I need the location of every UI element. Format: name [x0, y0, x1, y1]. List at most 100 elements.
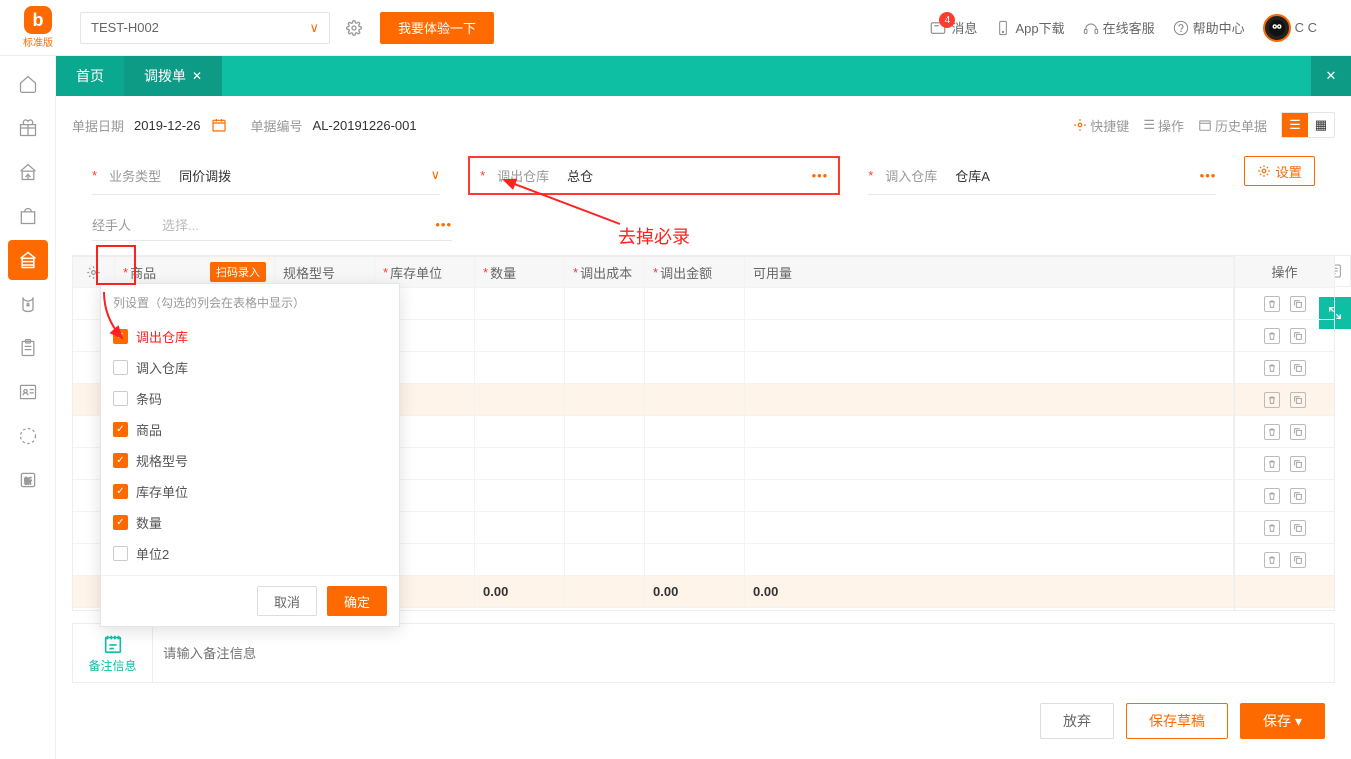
column-option-label: 调出仓库: [136, 327, 188, 346]
delete-icon[interactable]: [1264, 424, 1280, 440]
popover-cancel-button[interactable]: 取消: [257, 586, 317, 616]
col-qty: *数量: [475, 257, 565, 287]
shortcut-link[interactable]: 快捷键: [1073, 116, 1129, 135]
save-draft-button[interactable]: 保存草稿: [1126, 703, 1228, 739]
annotation-text: 去掉必录: [618, 223, 690, 249]
app-download-link[interactable]: App下载: [995, 18, 1064, 37]
copy-icon[interactable]: [1290, 520, 1306, 536]
history-link[interactable]: 历史单据: [1198, 116, 1267, 135]
nav-loading-icon[interactable]: [8, 416, 48, 456]
setting-button[interactable]: 设置: [1244, 156, 1315, 186]
delete-icon[interactable]: [1264, 552, 1280, 568]
date-value[interactable]: 2019-12-26: [134, 118, 201, 133]
save-button[interactable]: 保存 ▾: [1240, 703, 1325, 739]
nav-home-icon[interactable]: [8, 64, 48, 104]
popover-ok-button[interactable]: 确定: [327, 586, 387, 616]
column-option[interactable]: 调入仓库: [113, 352, 387, 383]
cta-button[interactable]: 我要体验一下: [380, 12, 494, 44]
column-option[interactable]: ✓ 规格型号: [113, 445, 387, 476]
column-option[interactable]: 条码: [113, 383, 387, 414]
view-toggle[interactable]: ☰ ▦: [1281, 112, 1335, 138]
field-agent[interactable]: 经手人 选择... •••: [92, 209, 452, 241]
tab-close-all[interactable]: ✕: [1311, 56, 1351, 96]
delete-icon[interactable]: [1264, 360, 1280, 376]
header-gear-icon[interactable]: [340, 14, 368, 42]
checkbox-icon[interactable]: ✓: [113, 453, 128, 468]
delete-icon[interactable]: [1264, 488, 1280, 504]
remark-input[interactable]: [153, 624, 1334, 682]
checkbox-icon[interactable]: ✓: [113, 422, 128, 437]
nav-bag-icon[interactable]: [8, 196, 48, 236]
svg-text:新: 新: [24, 475, 32, 485]
checkbox-icon[interactable]: [113, 391, 128, 406]
no-label: 单据编号: [251, 116, 303, 135]
more-icon[interactable]: •••: [812, 168, 829, 183]
delete-icon[interactable]: [1264, 456, 1280, 472]
nav-gift-icon[interactable]: [8, 108, 48, 148]
nav-out-icon[interactable]: [8, 152, 48, 192]
column-option-label: 规格型号: [136, 451, 188, 470]
copy-icon[interactable]: [1290, 456, 1306, 472]
column-option[interactable]: ✓商品: [113, 414, 387, 445]
history-label: 历史单据: [1215, 116, 1267, 135]
checkbox-icon[interactable]: [113, 546, 128, 561]
org-select[interactable]: TEST-H002 ∨: [80, 12, 330, 44]
column-option[interactable]: 单位2: [113, 538, 387, 569]
copy-icon[interactable]: [1290, 392, 1306, 408]
copy-icon[interactable]: [1290, 424, 1306, 440]
delete-icon[interactable]: [1264, 392, 1280, 408]
column-option[interactable]: ✓ 调出仓库: [113, 321, 387, 352]
org-name: TEST-H002: [91, 20, 159, 35]
user-menu[interactable]: C C: [1263, 14, 1317, 42]
field-out-warehouse[interactable]: *调出仓库 总仓 •••: [468, 156, 840, 195]
customer-service-link[interactable]: 在线客服: [1083, 18, 1155, 37]
scan-button[interactable]: 扫码录入: [210, 262, 266, 282]
copy-icon[interactable]: [1290, 328, 1306, 344]
nav-contact-icon[interactable]: [8, 372, 48, 412]
nav-money-icon[interactable]: [8, 284, 48, 324]
checkbox-icon[interactable]: ✓: [113, 515, 128, 530]
copy-icon[interactable]: [1290, 552, 1306, 568]
field-biz-type[interactable]: *业务类型 同价调拨 ∨: [92, 156, 440, 195]
footer: 放弃 保存草稿 保存 ▾: [72, 683, 1335, 759]
nav-new-icon[interactable]: 新: [8, 460, 48, 500]
more-icon[interactable]: •••: [435, 217, 452, 232]
field-in-warehouse[interactable]: *调入仓库 仓库A •••: [868, 156, 1216, 195]
column-option[interactable]: ✓ 库存单位: [113, 476, 387, 507]
form-row-2: 经手人 选择... •••: [72, 205, 1335, 255]
delete-icon[interactable]: [1264, 328, 1280, 344]
operate-label: 操作: [1158, 116, 1184, 135]
operate-link[interactable]: ☰ 操作: [1143, 116, 1184, 135]
tab-home[interactable]: 首页: [56, 56, 124, 96]
checkbox-icon[interactable]: ✓: [113, 329, 128, 344]
out-label: 调出仓库: [497, 166, 557, 185]
column-option-label: 库存单位: [136, 482, 188, 501]
column-option[interactable]: ✓数量: [113, 507, 387, 538]
checkbox-icon[interactable]: [113, 360, 128, 375]
col-cost: *调出成本: [565, 257, 645, 287]
tab-transfer[interactable]: 调拨单 ✕: [124, 56, 222, 96]
view-grid-icon[interactable]: ▦: [1308, 113, 1334, 137]
close-icon[interactable]: ✕: [192, 69, 202, 83]
chevron-down-icon: ∨: [431, 167, 441, 183]
help-link[interactable]: 帮助中心: [1173, 18, 1245, 37]
in-value: 仓库A: [955, 166, 1189, 185]
messages-link[interactable]: 4 消息: [929, 18, 977, 37]
row-ops: [1235, 416, 1334, 448]
calendar-icon[interactable]: [211, 117, 227, 133]
chevron-down-icon: ∨: [309, 20, 319, 36]
copy-icon[interactable]: [1290, 360, 1306, 376]
view-list-icon[interactable]: ☰: [1282, 113, 1308, 137]
copy-icon[interactable]: [1290, 488, 1306, 504]
discard-button[interactable]: 放弃: [1040, 703, 1114, 739]
more-icon[interactable]: •••: [1200, 168, 1217, 183]
remark-box: 备注信息: [72, 623, 1335, 683]
delete-icon[interactable]: [1264, 296, 1280, 312]
nav-warehouse-icon[interactable]: [8, 240, 48, 280]
tab-bar: 首页 调拨单 ✕ ✕: [56, 56, 1351, 96]
delete-icon[interactable]: [1264, 520, 1280, 536]
nav-clipboard-icon[interactable]: [8, 328, 48, 368]
logo[interactable]: b 标准版: [16, 6, 60, 49]
checkbox-icon[interactable]: ✓: [113, 484, 128, 499]
copy-icon[interactable]: [1290, 296, 1306, 312]
